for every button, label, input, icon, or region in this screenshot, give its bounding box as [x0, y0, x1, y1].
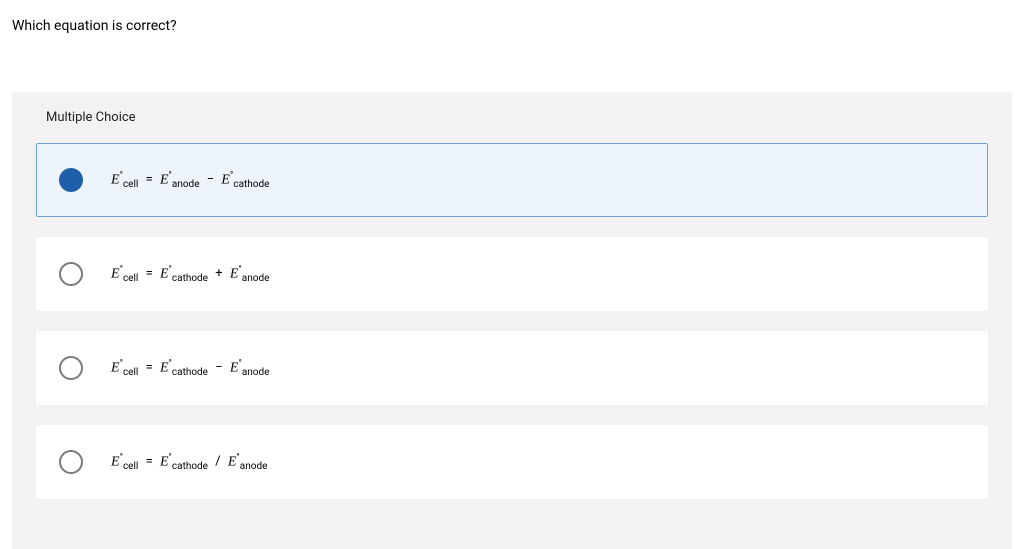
- radio-unselected-icon: [59, 450, 83, 474]
- panel-title: Multiple Choice: [12, 92, 1012, 143]
- option-2[interactable]: E°cell = E°cathode + E°anode: [36, 237, 988, 311]
- option-4-equation: E°cell = E°cathode / E°anode: [111, 453, 267, 472]
- option-4[interactable]: E°cell = E°cathode / E°anode: [36, 425, 988, 499]
- radio-unselected-icon: [59, 356, 83, 380]
- option-3-equation: E°cell = E°cathode − E°anode: [111, 359, 269, 378]
- radio-selected-icon: [59, 168, 83, 192]
- question-text: Which equation is correct?: [0, 0, 1024, 44]
- option-1-equation: E°cell = E°anode − E°cathode: [111, 171, 269, 190]
- option-1[interactable]: E°cell = E°anode − E°cathode: [36, 143, 988, 217]
- multiple-choice-panel: Multiple Choice E°cell = E°anode − E°cat…: [12, 92, 1012, 549]
- option-2-equation: E°cell = E°cathode + E°anode: [111, 265, 269, 284]
- radio-unselected-icon: [59, 262, 83, 286]
- option-3[interactable]: E°cell = E°cathode − E°anode: [36, 331, 988, 405]
